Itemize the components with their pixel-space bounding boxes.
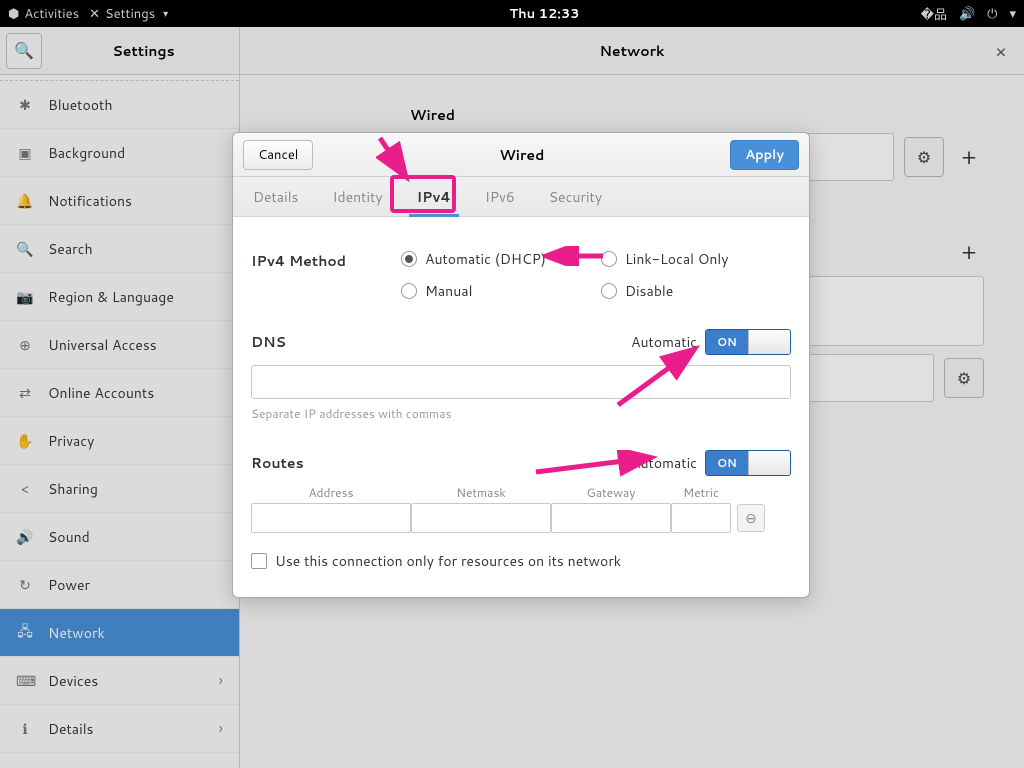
radio-manual[interactable]: Manual	[401, 281, 601, 301]
activities-button[interactable]: ⬢ Activities	[8, 5, 79, 23]
cancel-button[interactable]: Cancel	[243, 140, 313, 170]
dialog-header: Cancel Wired Apply	[233, 133, 809, 177]
routes-col-address: Address	[251, 484, 411, 501]
radio-icon	[401, 283, 417, 299]
connection-only-checkbox[interactable]	[251, 553, 267, 569]
routes-col-netmask: Netmask	[411, 484, 551, 501]
route-metric-input[interactable]	[671, 503, 731, 533]
toggle-knob	[748, 330, 790, 354]
activities-label: Activities	[24, 5, 79, 23]
gnome-top-bar: ⬢ Activities ✕ Settings Thu 12:33 �品 🔊 ⏻…	[0, 0, 1024, 27]
tab-ipv6[interactable]: IPv6	[477, 177, 523, 217]
radio-icon	[401, 251, 417, 267]
routes-col-gateway: Gateway	[551, 484, 671, 501]
dns-hint: Separate IP addresses with commas	[251, 405, 791, 422]
dns-automatic-label: Automatic	[631, 332, 697, 352]
radio-label: Link-Local Only	[625, 249, 729, 269]
app-menu[interactable]: ✕ Settings	[89, 5, 168, 23]
wired-settings-dialog: Cancel Wired Apply Details Identity IPv4…	[232, 132, 810, 598]
radio-link-local[interactable]: Link-Local Only	[601, 249, 781, 269]
dns-automatic-toggle[interactable]: ON	[705, 329, 791, 355]
route-gateway-input[interactable]	[551, 503, 671, 533]
routes-col-metric: Metric	[671, 484, 731, 501]
connection-only-label: Use this connection only for resources o…	[275, 551, 621, 571]
route-remove-button[interactable]: ⊖	[737, 504, 765, 532]
tab-identity[interactable]: Identity	[325, 177, 391, 217]
settings-icon: ✕	[89, 5, 100, 23]
radio-label: Disable	[625, 281, 673, 301]
toggle-knob	[748, 451, 790, 475]
tab-ipv4[interactable]: IPv4	[409, 177, 459, 217]
dns-servers-input[interactable]	[251, 365, 791, 399]
apply-button[interactable]: Apply	[730, 140, 799, 170]
routes-label: Routes	[251, 453, 631, 473]
network-status-icon[interactable]: �品	[921, 4, 947, 24]
radio-disable[interactable]: Disable	[601, 281, 781, 301]
radio-icon	[601, 283, 617, 299]
route-netmask-input[interactable]	[411, 503, 551, 533]
radio-label: Manual	[425, 281, 472, 301]
dialog-tabs: Details Identity IPv4 IPv6 Security	[233, 177, 809, 217]
clock[interactable]: Thu 12:33	[168, 5, 920, 23]
radio-automatic-dhcp[interactable]: Automatic (DHCP)	[401, 249, 601, 269]
app-menu-label: Settings	[105, 5, 155, 23]
routes-automatic-label: Automatic	[631, 453, 697, 473]
radio-label: Automatic (DHCP)	[425, 249, 546, 269]
tab-security[interactable]: Security	[541, 177, 610, 217]
tab-details[interactable]: Details	[245, 177, 307, 217]
dialog-title: Wired	[313, 145, 730, 165]
routes-automatic-toggle[interactable]: ON	[705, 450, 791, 476]
ipv4-method-label: IPv4 Method	[251, 249, 401, 301]
power-icon[interactable]: ⏻	[987, 5, 997, 23]
remove-icon: ⊖	[745, 508, 757, 528]
radio-icon	[601, 251, 617, 267]
route-address-input[interactable]	[251, 503, 411, 533]
gnome-logo-icon: ⬢	[8, 5, 19, 23]
toggle-on-label: ON	[706, 330, 748, 354]
system-menu-arrow-icon[interactable]: ▾	[1009, 5, 1016, 23]
dns-label: DNS	[251, 332, 631, 352]
toggle-on-label: ON	[706, 451, 748, 475]
volume-icon[interactable]: 🔊	[959, 5, 975, 23]
